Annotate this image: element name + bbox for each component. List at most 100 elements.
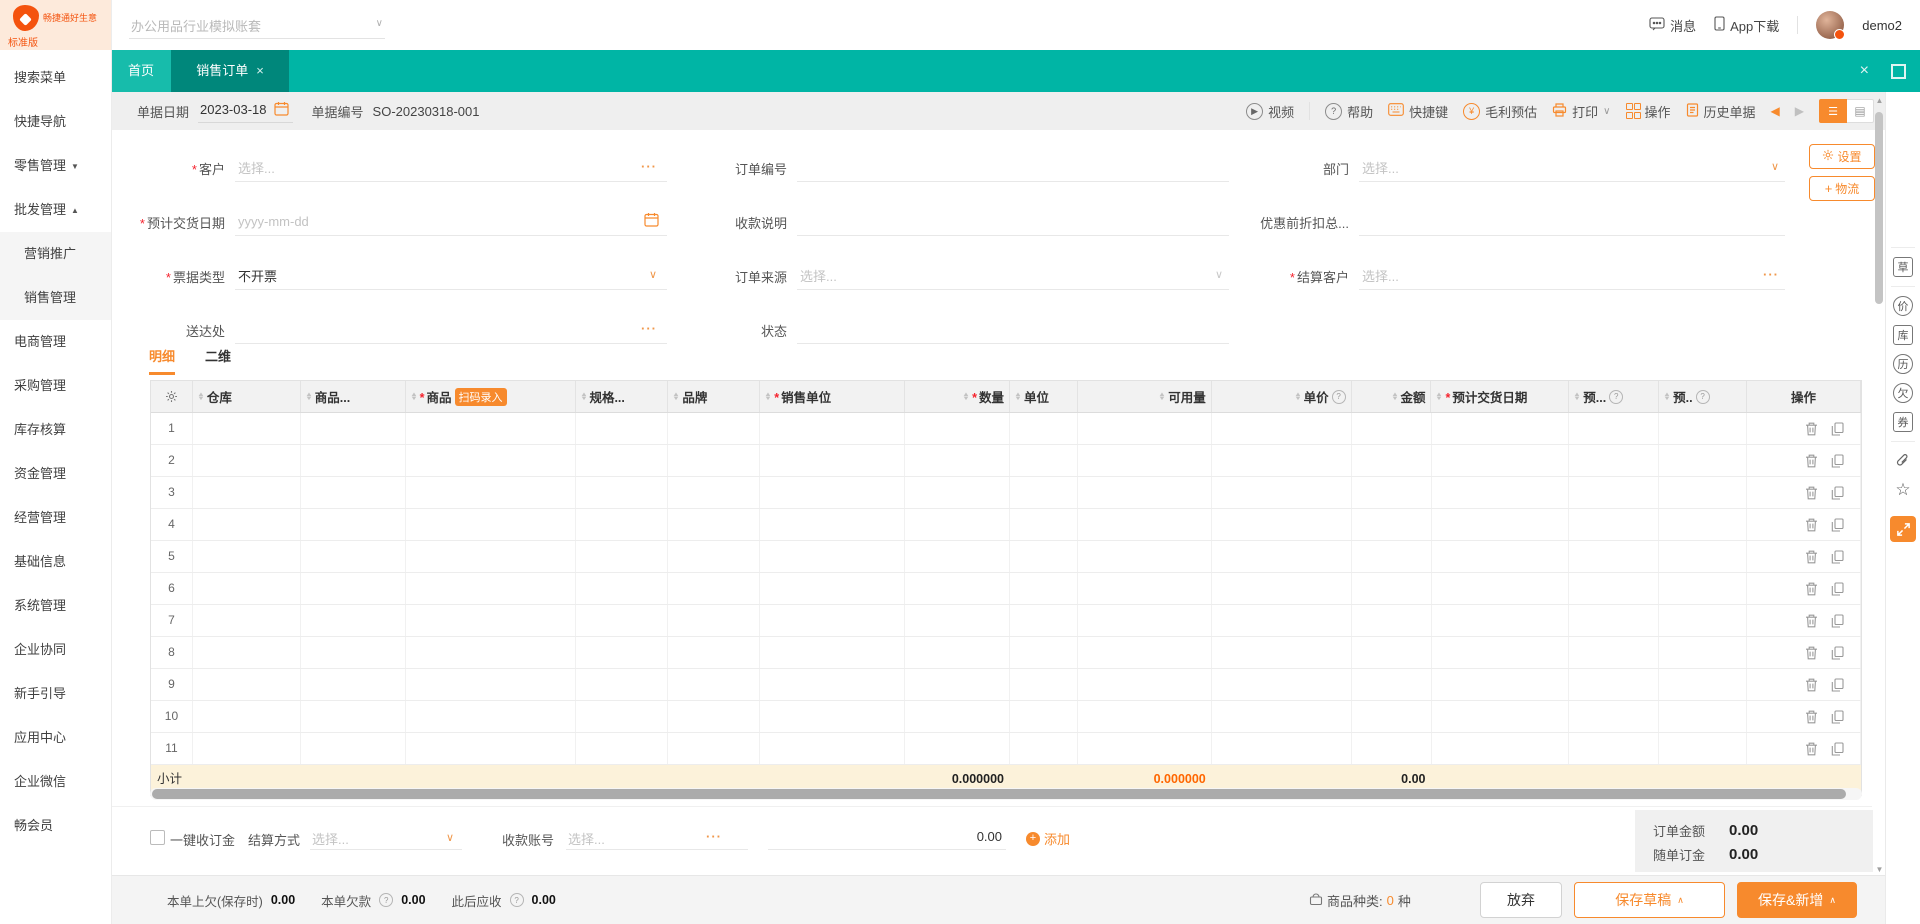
prev-doc-icon[interactable]: ◀ <box>1771 104 1780 118</box>
help-button[interactable]: ? 帮助 <box>1325 102 1373 121</box>
grid-cell[interactable] <box>1212 605 1352 636</box>
price-rail-icon[interactable]: 价 <box>1893 296 1913 316</box>
grid-cell[interactable] <box>1212 637 1352 668</box>
sort-icon[interactable]: ▲ ▼ <box>1294 392 1302 402</box>
grid-cell[interactable] <box>193 637 301 668</box>
delivery-date-field[interactable]: yyyy-mm-dd <box>235 208 667 236</box>
grid-cell[interactable] <box>406 477 576 508</box>
delete-row-icon[interactable] <box>1805 486 1818 500</box>
grid-cell[interactable] <box>1659 509 1748 540</box>
sort-icon[interactable]: ▲ ▼ <box>410 392 418 402</box>
grid-cell[interactable] <box>760 541 906 572</box>
grid-cell[interactable] <box>760 605 906 636</box>
grid-cell[interactable] <box>1010 477 1078 508</box>
grid-cell[interactable] <box>668 509 761 540</box>
sidebar-item-企业微信[interactable]: 企业微信 <box>0 760 111 804</box>
grid-cell[interactable] <box>1659 413 1748 444</box>
chevron-down-icon[interactable]: ∨ <box>1771 160 1779 174</box>
grid-cell[interactable] <box>1352 445 1432 476</box>
grid-cell[interactable] <box>1432 573 1570 604</box>
grid-cell[interactable] <box>1569 733 1660 764</box>
card-view-toggle[interactable]: ▤ <box>1847 99 1874 123</box>
grid-cell[interactable] <box>1659 477 1748 508</box>
grid-cell[interactable] <box>668 413 761 444</box>
grid-cell[interactable] <box>1432 445 1570 476</box>
copy-row-icon[interactable] <box>1831 421 1844 436</box>
sort-icon[interactable]: ▲ ▼ <box>672 392 680 402</box>
delete-row-icon[interactable] <box>1805 710 1818 724</box>
grid-cell[interactable] <box>1569 477 1660 508</box>
column-header-可用量[interactable]: ▲ ▼ 可用量 <box>1078 381 1212 412</box>
grid-cell[interactable] <box>668 701 761 732</box>
add-payment-button[interactable]: + 添加 <box>1026 829 1070 848</box>
sort-icon[interactable]: ▲ ▼ <box>1663 392 1671 402</box>
grid-cell[interactable] <box>905 477 1010 508</box>
account-picker-icon[interactable]: ··· <box>706 830 722 844</box>
grid-cell[interactable] <box>1432 733 1570 764</box>
grid-cell[interactable] <box>1212 509 1352 540</box>
grid-cell[interactable] <box>193 733 301 764</box>
delete-row-icon[interactable] <box>1805 742 1818 756</box>
delete-row-icon[interactable] <box>1805 582 1818 596</box>
grid-cell[interactable] <box>760 701 906 732</box>
grid-cell[interactable] <box>1659 669 1748 700</box>
copy-row-icon[interactable] <box>1831 709 1844 724</box>
vscroll-thumb[interactable] <box>1875 112 1883 304</box>
fullscreen-icon[interactable] <box>1891 63 1906 79</box>
delivery-place-picker-icon[interactable]: ··· <box>641 322 657 336</box>
grid-cell[interactable] <box>1659 701 1748 732</box>
grid-cell[interactable] <box>1432 509 1570 540</box>
calendar-icon[interactable] <box>644 212 659 231</box>
grid-cell[interactable] <box>1010 669 1078 700</box>
grid-cell[interactable] <box>905 637 1010 668</box>
grid-cell[interactable] <box>1010 573 1078 604</box>
sidebar-item-系统管理[interactable]: 系统管理 <box>0 584 111 628</box>
grid-cell[interactable] <box>301 413 406 444</box>
grid-cell[interactable] <box>1212 445 1352 476</box>
grid-cell[interactable] <box>1212 413 1352 444</box>
grid-cell[interactable] <box>301 509 406 540</box>
column-header-预...[interactable]: ▲ ▼ 预...? <box>1569 381 1660 412</box>
grid-cell[interactable] <box>1432 541 1570 572</box>
sidebar-item-采购管理[interactable]: 采购管理 <box>0 364 111 408</box>
sidebar-item-资金管理[interactable]: 资金管理 <box>0 452 111 496</box>
next-doc-icon[interactable]: ▶ <box>1795 104 1804 118</box>
grid-cell[interactable] <box>1010 445 1078 476</box>
grid-cell[interactable] <box>905 573 1010 604</box>
grid-cell[interactable] <box>1010 637 1078 668</box>
delete-row-icon[interactable] <box>1805 454 1818 468</box>
grid-cell[interactable] <box>193 477 301 508</box>
grid-cell[interactable] <box>1659 573 1748 604</box>
copy-row-icon[interactable] <box>1831 517 1844 532</box>
grid-cell[interactable] <box>576 477 669 508</box>
sort-icon[interactable]: ▲ ▼ <box>1436 392 1444 402</box>
grid-cell[interactable] <box>760 477 906 508</box>
grid-cell[interactable] <box>1078 605 1212 636</box>
calendar-icon[interactable] <box>273 101 289 119</box>
video-button[interactable]: ▶ 视频 <box>1246 102 1294 121</box>
grid-cell[interactable] <box>406 509 576 540</box>
sidebar-item-批发管理[interactable]: 批发管理 ▲ <box>0 188 111 232</box>
settle-method-select[interactable]: 选择... <box>310 824 462 850</box>
grid-cell[interactable] <box>1078 541 1212 572</box>
grid-cell[interactable] <box>1352 541 1432 572</box>
grid-cell[interactable] <box>576 509 669 540</box>
app-download-button[interactable]: App下载 <box>1714 16 1779 35</box>
grid-cell[interactable] <box>406 733 576 764</box>
grid-cell[interactable] <box>1569 573 1660 604</box>
grid-cell[interactable] <box>576 605 669 636</box>
sidebar-item-销售管理[interactable]: 销售管理 <box>0 276 111 320</box>
copy-row-icon[interactable] <box>1831 581 1844 596</box>
grid-cell[interactable] <box>406 573 576 604</box>
grid-cell[interactable] <box>1659 541 1748 572</box>
sort-icon[interactable]: ▲ ▼ <box>962 392 970 402</box>
grid-cell[interactable] <box>1212 477 1352 508</box>
invoice-type-select[interactable]: 不开票 <box>235 262 667 290</box>
column-header-预..[interactable]: ▲ ▼ 预..? <box>1659 381 1748 412</box>
user-avatar[interactable] <box>1816 11 1846 40</box>
sidebar-item-经营管理[interactable]: 经营管理 <box>0 496 111 540</box>
discount-total-field[interactable] <box>1359 208 1785 236</box>
list-view-toggle[interactable]: ☰ <box>1819 99 1847 123</box>
messages-button[interactable]: 消息 <box>1649 16 1696 35</box>
grid-cell[interactable] <box>1569 445 1660 476</box>
